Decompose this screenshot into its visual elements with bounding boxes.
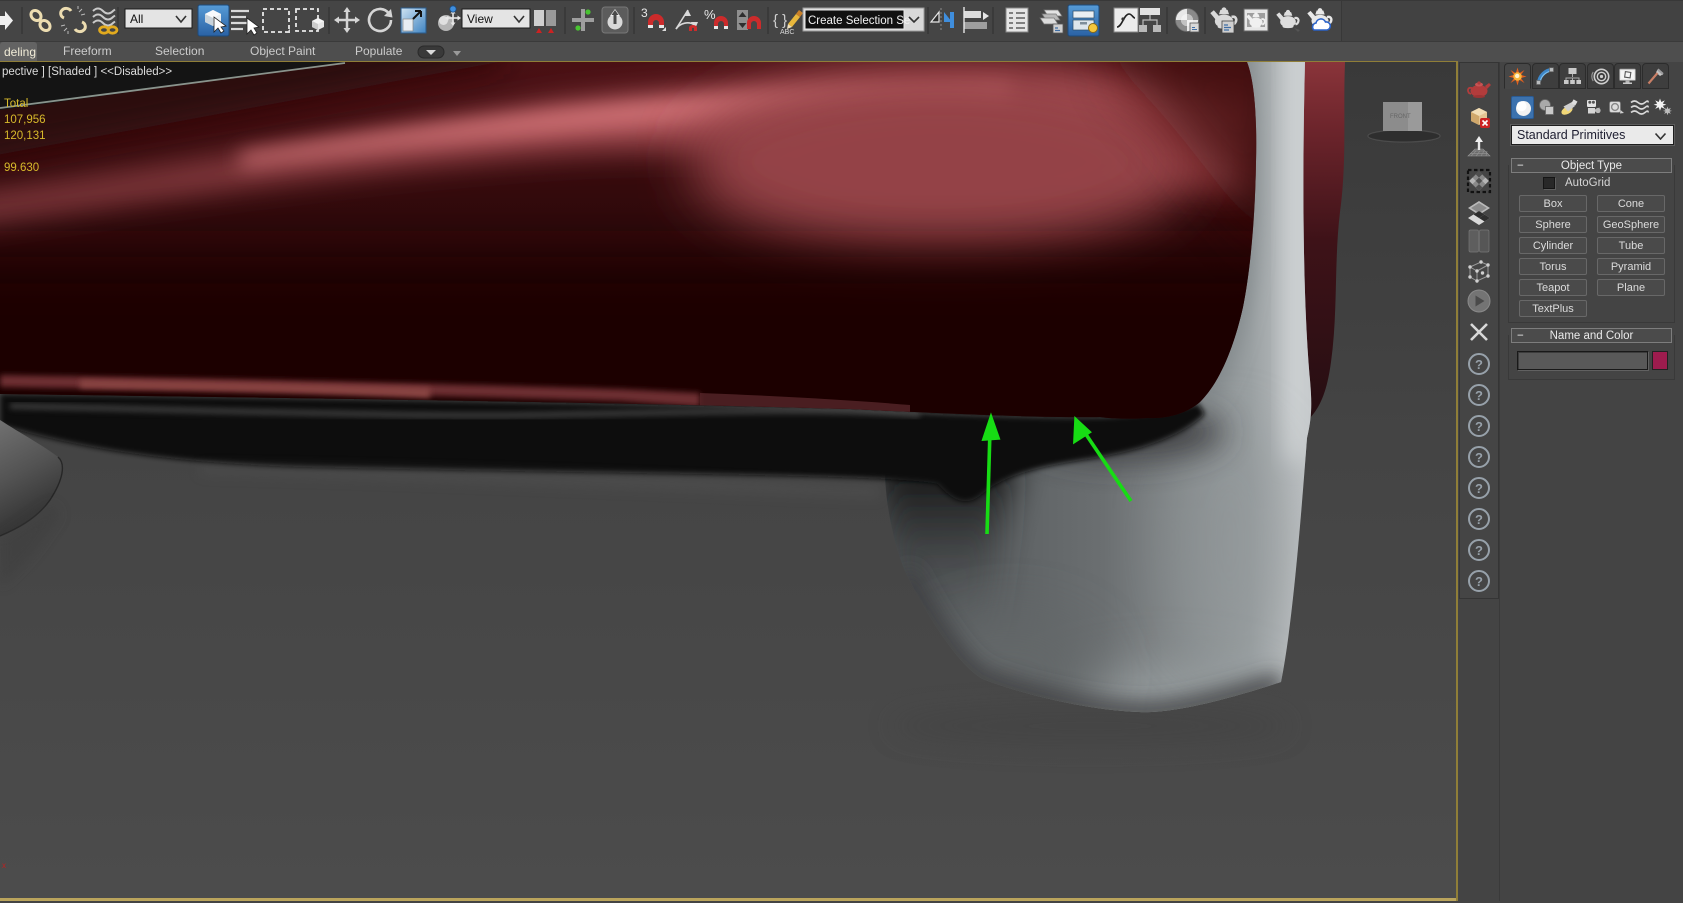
svg-text:?: ? (1475, 543, 1483, 558)
svg-text:?: ? (1475, 481, 1483, 496)
svg-text:%: % (704, 7, 716, 22)
svg-text:All: All (130, 12, 143, 26)
svg-text:?: ? (1475, 574, 1483, 589)
svg-text:{ }: { } (773, 12, 787, 29)
svg-text:3: 3 (641, 6, 648, 20)
svg-text:?: ? (1475, 450, 1483, 465)
svg-text:x: x (2, 861, 6, 870)
svg-text:Create Selection Se: Create Selection Se (808, 15, 910, 27)
svg-text:?: ? (1475, 388, 1483, 403)
svg-text:?: ? (1475, 419, 1483, 434)
svg-text:?: ? (1475, 357, 1483, 372)
svg-text:ABC: ABC (780, 29, 794, 36)
svg-text:?: ? (1475, 512, 1483, 527)
svg-text:FRONT: FRONT (1390, 114, 1411, 120)
svg-text:View: View (467, 12, 493, 26)
